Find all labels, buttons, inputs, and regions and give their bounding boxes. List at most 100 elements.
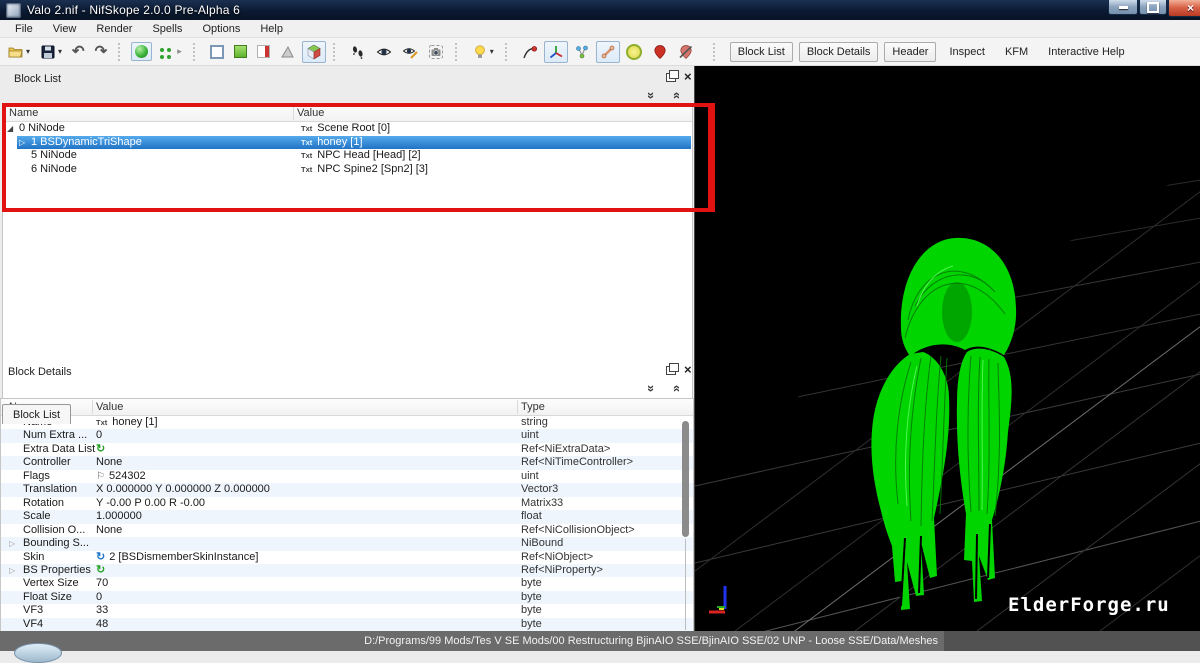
column-divider[interactable] <box>517 400 518 414</box>
menu-options[interactable]: Options <box>193 22 249 36</box>
undo-icon[interactable]: ↶ <box>68 42 89 62</box>
lighting-bulb-icon[interactable]: ▾ <box>468 41 498 63</box>
detail-row[interactable]: Scale1.000000float <box>1 510 693 524</box>
field-value-cell[interactable]: 33 <box>96 604 108 618</box>
menu-render[interactable]: Render <box>87 22 141 36</box>
collapse-row-icon[interactable]: ◢ <box>7 122 13 136</box>
detail-row[interactable]: Float Size0byte <box>1 591 693 605</box>
detail-row[interactable]: Extra Data List↻Ref<NiExtraData> <box>1 443 693 457</box>
close-button[interactable]: × <box>1168 0 1200 17</box>
menu-spells[interactable]: Spells <box>143 22 191 36</box>
field-value-cell[interactable]: Txthoney [1] <box>96 416 158 430</box>
dock-tab-block-list[interactable]: Block List <box>2 404 71 424</box>
constraints-nodes-icon[interactable] <box>570 41 594 63</box>
field-value-cell[interactable]: ↻2 [BSDismemberSkinInstance] <box>96 551 258 565</box>
show-bones-icon[interactable] <box>596 41 620 63</box>
dropdown-arrow-icon[interactable]: ▾ <box>58 47 62 56</box>
block-list-row[interactable]: 5 NiNodeTxtNPC Head [Head] [2] <box>3 149 692 163</box>
screenshot-camera-icon[interactable] <box>424 41 448 63</box>
detail-row[interactable]: ▷Bounding S...NiBound <box>1 537 693 551</box>
expand-all-icon[interactable]: » <box>672 88 679 103</box>
detail-row[interactable]: VF333byte <box>1 604 693 618</box>
field-value-cell[interactable]: ↻ <box>96 564 109 578</box>
redo-icon[interactable]: ↷ <box>91 42 112 62</box>
field-value-cell[interactable]: 70 <box>96 577 108 591</box>
wireframe-cube-icon[interactable] <box>206 42 228 62</box>
detail-row[interactable]: RotationY -0.00 P 0.00 R -0.00Matrix33 <box>1 497 693 511</box>
field-value-cell[interactable]: X 0.000000 Y 0.000000 Z 0.000000 <box>96 483 270 497</box>
block-list-row[interactable]: ◢0 NiNodeTxtScene Root [0] <box>3 122 692 136</box>
detail-row[interactable]: ▷BS Properties↻Ref<NiProperty> <box>1 564 693 578</box>
float-panel-icon[interactable] <box>666 366 676 375</box>
field-value-cell[interactable]: 0 <box>96 429 102 443</box>
column-header-value[interactable]: Value <box>297 107 324 119</box>
column-header-name[interactable]: Name <box>9 107 38 119</box>
detail-row[interactable]: Flags⚐524302uint <box>1 470 693 484</box>
ambient-disc-icon[interactable] <box>622 41 646 63</box>
collapse-all-icon[interactable]: » <box>648 381 655 396</box>
minimize-button[interactable] <box>1108 0 1138 15</box>
toolbar-button-block-list[interactable]: Block List <box>730 42 793 62</box>
detail-row[interactable]: NameTxthoney [1]string <box>1 416 693 430</box>
visibility-eye-icon[interactable] <box>372 41 396 63</box>
solid-green-cube-icon[interactable] <box>230 42 251 61</box>
field-value-cell[interactable]: Y -0.00 P 0.00 R -0.00 <box>96 497 205 511</box>
column-header-type[interactable]: Type <box>521 401 545 413</box>
walk-footprints-icon[interactable] <box>346 41 370 63</box>
block-list-row[interactable]: ▷1 BSDynamicTriShapeTxthoney [1] <box>3 136 692 150</box>
expand-row-icon[interactable]: ▷ <box>9 537 15 551</box>
menu-view[interactable]: View <box>44 22 86 36</box>
detail-row[interactable]: TranslationX 0.000000 Y 0.000000 Z 0.000… <box>1 483 693 497</box>
menu-help[interactable]: Help <box>251 22 292 36</box>
detail-row[interactable]: Vertex Size70byte <box>1 577 693 591</box>
float-panel-icon[interactable] <box>666 73 676 82</box>
dropdown-arrow-icon[interactable]: ▾ <box>26 47 30 56</box>
close-panel-icon[interactable]: × <box>684 365 692 375</box>
detail-row[interactable]: Skin↻2 [BSDismemberSkinInstance]Ref<NiOb… <box>1 551 693 565</box>
vertex-dots-icon[interactable]: ▸ <box>154 43 186 61</box>
detail-row[interactable]: Num Extra ...0uint <box>1 429 693 443</box>
draw-axes-icon[interactable] <box>544 41 568 63</box>
toolbar-button-kfm[interactable]: KFM <box>998 43 1035 61</box>
detail-row[interactable]: VF448byte <box>1 618 693 632</box>
field-value-cell[interactable]: 0 <box>96 591 102 605</box>
field-value-cell[interactable]: None <box>96 524 122 538</box>
toolbar-button-header[interactable]: Header <box>884 42 936 62</box>
toolbar-button-block-details[interactable]: Block Details <box>799 42 879 62</box>
field-value-cell[interactable]: None <box>96 456 122 470</box>
close-panel-icon[interactable]: × <box>684 72 692 82</box>
render-viewport[interactable] <box>694 66 1200 631</box>
collapse-all-icon[interactable]: » <box>648 88 655 103</box>
render-sphere-icon[interactable] <box>131 42 152 61</box>
fold-arrow-icon[interactable] <box>276 41 300 63</box>
column-divider[interactable] <box>92 400 93 414</box>
scrollbar-thumb[interactable] <box>682 421 689 537</box>
toolbar-button-inspect[interactable]: Inspect <box>942 43 991 61</box>
expand-row-icon[interactable]: ▷ <box>9 564 15 578</box>
dropdown-arrow-icon[interactable]: ▾ <box>490 47 494 56</box>
vertical-scrollbar[interactable] <box>681 419 690 630</box>
toolbar-button-interactive-help[interactable]: Interactive Help <box>1041 43 1131 61</box>
hide-marker-pin-icon[interactable] <box>674 41 698 63</box>
detail-row[interactable]: Collision O...NoneRef<NiCollisionObject> <box>1 524 693 538</box>
field-value-cell[interactable]: 48 <box>96 618 108 632</box>
field-value-cell[interactable]: ⚐524302 <box>96 470 146 484</box>
detail-row[interactable]: ControllerNoneRef<NiTimeController> <box>1 456 693 470</box>
column-header-value[interactable]: Value <box>96 401 123 413</box>
column-divider[interactable] <box>293 106 294 120</box>
field-type: byte <box>521 618 542 632</box>
edit-visibility-eye-icon[interactable] <box>398 41 422 63</box>
maximize-button[interactable] <box>1139 0 1167 15</box>
red-face-cube-icon[interactable] <box>253 42 274 61</box>
textured-cube-icon[interactable] <box>302 41 326 63</box>
save-file-icon[interactable]: ▾ <box>36 41 66 63</box>
field-value-cell[interactable]: ↻ <box>96 443 109 457</box>
expand-row-icon[interactable]: ▷ <box>19 136 25 150</box>
havok-trajectory-icon[interactable] <box>518 41 542 63</box>
field-value-cell[interactable]: 1.000000 <box>96 510 142 524</box>
open-file-icon[interactable]: ▾ <box>4 41 34 63</box>
marker-pin-icon[interactable] <box>648 41 672 63</box>
menu-file[interactable]: File <box>6 22 42 36</box>
block-list-row[interactable]: 6 NiNodeTxtNPC Spine2 [Spn2] [3] <box>3 163 692 177</box>
expand-all-icon[interactable]: » <box>672 381 679 396</box>
